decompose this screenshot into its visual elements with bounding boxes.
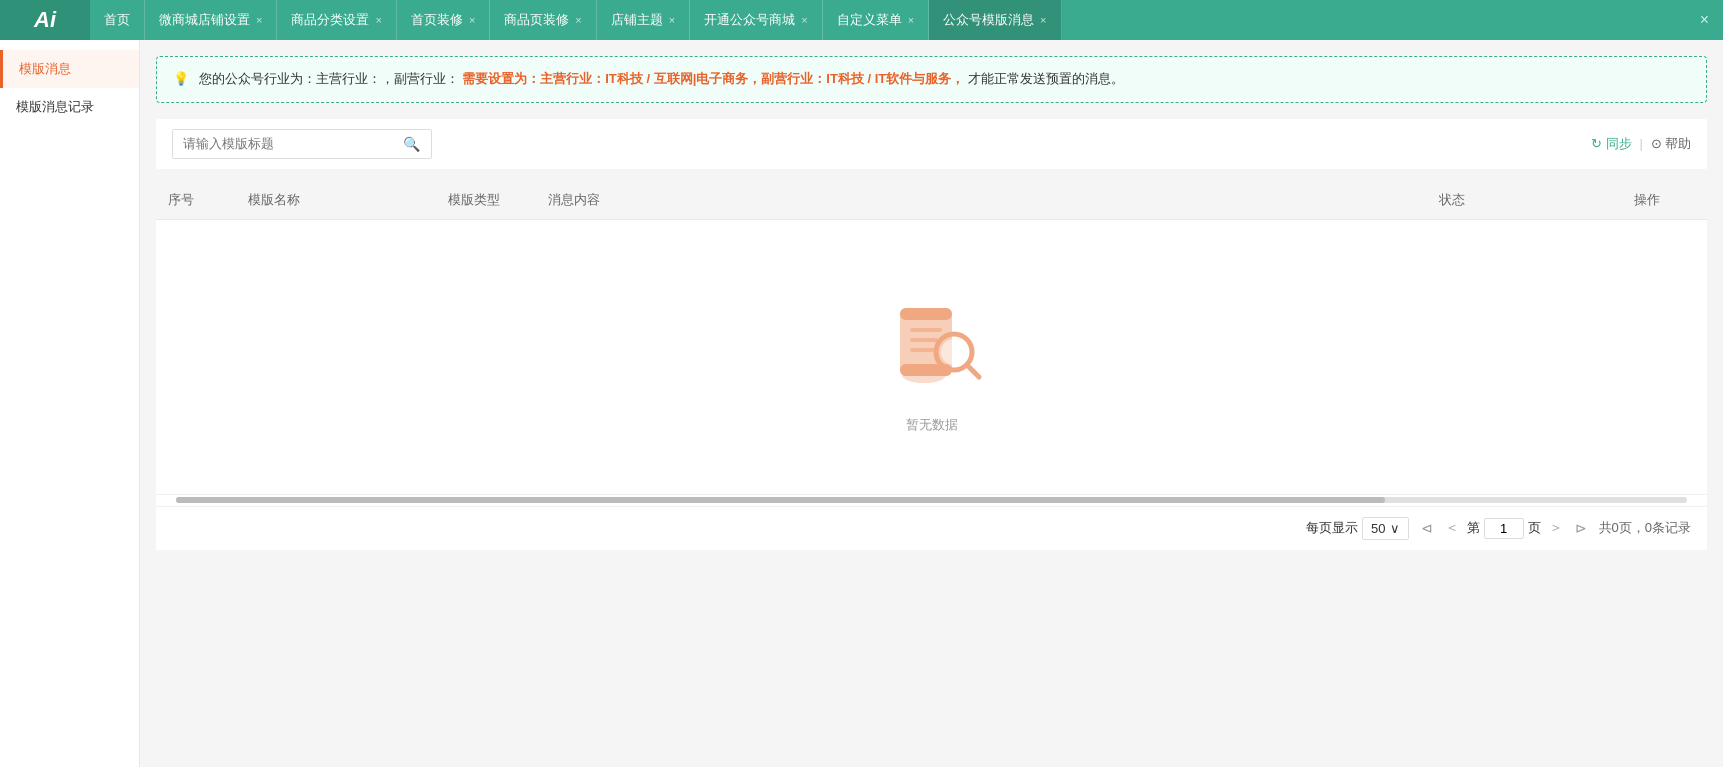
- search-input[interactable]: [173, 130, 393, 157]
- th-name: 模版名称: [236, 181, 436, 219]
- help-icon: ⊙: [1651, 136, 1662, 151]
- sidebar: 模版消息 模版消息记录: [0, 40, 140, 767]
- page-size-select: 每页显示 50 ∨: [1306, 517, 1408, 540]
- search-button[interactable]: 🔍: [393, 130, 430, 158]
- sidebar-item-template-msg-record-label: 模版消息记录: [16, 99, 94, 114]
- notice-suffix: 才能正常发送预置的消息。: [968, 71, 1124, 86]
- table-header: 序号 模版名称 模版类型 消息内容 状态 操作: [156, 181, 1707, 220]
- notice-box: 💡 您的公众号行业为：主营行业：，副营行业： 需要设置为：主营行业：IT科技 /…: [156, 56, 1707, 103]
- app-logo: Ai: [0, 0, 90, 40]
- sidebar-item-template-msg-record[interactable]: 模版消息记录: [0, 88, 139, 126]
- tab-templatemsg-label: 公众号模版消息: [943, 11, 1034, 29]
- tab-home-label: 首页: [104, 11, 130, 29]
- pagination: 每页显示 50 ∨ ⊲ ＜ 第 页 ＞ ⊳ 共0页，0条记录: [156, 506, 1707, 550]
- th-action: 操作: [1587, 181, 1707, 219]
- tab-productpage-close[interactable]: ×: [575, 14, 581, 26]
- page-size-value: 50: [1371, 521, 1385, 536]
- notice-icon: 💡: [173, 71, 189, 86]
- tab-weshop-close[interactable]: ×: [256, 14, 262, 26]
- svg-point-8: [941, 339, 967, 365]
- tab-category-label: 商品分类设置: [291, 11, 369, 29]
- tab-homepage[interactable]: 首页装修 ×: [397, 0, 490, 40]
- tab-theme-label: 店铺主题: [611, 11, 663, 29]
- page-size-label: 每页显示: [1306, 519, 1358, 537]
- tab-weshop-label: 微商城店铺设置: [159, 11, 250, 29]
- page-nav: ⊲ ＜ 第 页 ＞ ⊳: [1417, 517, 1591, 539]
- sync-icon: ↻: [1591, 136, 1602, 151]
- notice-highlight: 需要设置为：主营行业：IT科技 / 互联网|电子商务，副营行业：IT科技 / I…: [462, 71, 964, 86]
- th-content: 消息内容: [536, 181, 1427, 219]
- page-di-label: 第: [1467, 519, 1480, 537]
- tab-custommenu[interactable]: 自定义菜单 ×: [823, 0, 929, 40]
- scroll-bar-track: [176, 497, 1687, 503]
- empty-text: 暂无数据: [906, 416, 958, 434]
- search-right-actions: ↻ 同步 | ⊙ 帮助: [1591, 135, 1691, 153]
- tab-weshop[interactable]: 微商城店铺设置 ×: [145, 0, 277, 40]
- tab-category-close[interactable]: ×: [375, 14, 381, 26]
- tab-productpage[interactable]: 商品页装修 ×: [490, 0, 596, 40]
- tab-homepage-label: 首页装修: [411, 11, 463, 29]
- svg-rect-5: [910, 338, 938, 342]
- page-next-button[interactable]: ＞: [1545, 517, 1567, 539]
- th-type: 模版类型: [436, 181, 536, 219]
- tab-templatemsg[interactable]: 公众号模版消息 ×: [929, 0, 1061, 40]
- tab-home[interactable]: 首页: [90, 0, 145, 40]
- tab-custommenu-close[interactable]: ×: [908, 14, 914, 26]
- scroll-bar-thumb: [176, 497, 1385, 503]
- tab-openmall-label: 开通公众号商城: [704, 11, 795, 29]
- top-nav: Ai 首页 微商城店铺设置 × 商品分类设置 × 首页装修 × 商品页装修 × …: [0, 0, 1723, 40]
- content-area: 💡 您的公众号行业为：主营行业：，副营行业： 需要设置为：主营行业：IT科技 /…: [140, 40, 1723, 767]
- tab-theme[interactable]: 店铺主题 ×: [597, 0, 690, 40]
- tab-templatemsg-close[interactable]: ×: [1040, 14, 1046, 26]
- empty-state: 暂无数据: [156, 220, 1707, 494]
- tab-openmall[interactable]: 开通公众号商城 ×: [690, 0, 822, 40]
- sync-button[interactable]: ↻ 同步: [1591, 135, 1632, 153]
- search-input-wrapper: 🔍: [172, 129, 432, 159]
- svg-rect-4: [910, 328, 942, 332]
- empty-icon: [872, 280, 992, 400]
- scroll-bar-area: [156, 494, 1707, 506]
- page-first-button[interactable]: ⊲: [1417, 518, 1437, 538]
- page-size-box[interactable]: 50 ∨: [1362, 517, 1408, 540]
- page-unit-label: 页: [1528, 519, 1541, 537]
- action-divider: |: [1640, 136, 1643, 151]
- svg-rect-2: [900, 308, 952, 320]
- help-button[interactable]: ⊙ 帮助: [1651, 135, 1691, 153]
- page-prev-button[interactable]: ＜: [1441, 517, 1463, 539]
- tab-theme-close[interactable]: ×: [669, 14, 675, 26]
- tab-productpage-label: 商品页装修: [504, 11, 569, 29]
- help-label: 帮助: [1665, 135, 1691, 153]
- svg-rect-6: [910, 348, 934, 352]
- page-total: 共0页，0条记录: [1599, 519, 1691, 537]
- page-last-button[interactable]: ⊳: [1571, 518, 1591, 538]
- sidebar-item-template-msg[interactable]: 模版消息: [0, 50, 139, 88]
- sidebar-item-template-msg-label: 模版消息: [19, 61, 71, 76]
- sync-label: 同步: [1606, 136, 1632, 151]
- notice-prefix: 您的公众号行业为：主营行业：，副营行业：: [199, 71, 459, 86]
- page-input[interactable]: [1484, 518, 1524, 539]
- tab-openmall-close[interactable]: ×: [801, 14, 807, 26]
- table-wrapper: 序号 模版名称 模版类型 消息内容 状态 操作: [156, 181, 1707, 550]
- close-all-button[interactable]: ×: [1686, 11, 1723, 29]
- tab-homepage-close[interactable]: ×: [469, 14, 475, 26]
- tab-custommenu-label: 自定义菜单: [837, 11, 902, 29]
- main-layout: 模版消息 模版消息记录 💡 您的公众号行业为：主营行业：，副营行业： 需要设置为…: [0, 40, 1723, 767]
- tab-category[interactable]: 商品分类设置 ×: [277, 0, 396, 40]
- chevron-down-icon: ∨: [1390, 521, 1400, 536]
- th-status: 状态: [1427, 181, 1587, 219]
- search-bar: 🔍 ↻ 同步 | ⊙ 帮助: [156, 119, 1707, 169]
- svg-line-9: [967, 365, 979, 377]
- th-seq: 序号: [156, 181, 236, 219]
